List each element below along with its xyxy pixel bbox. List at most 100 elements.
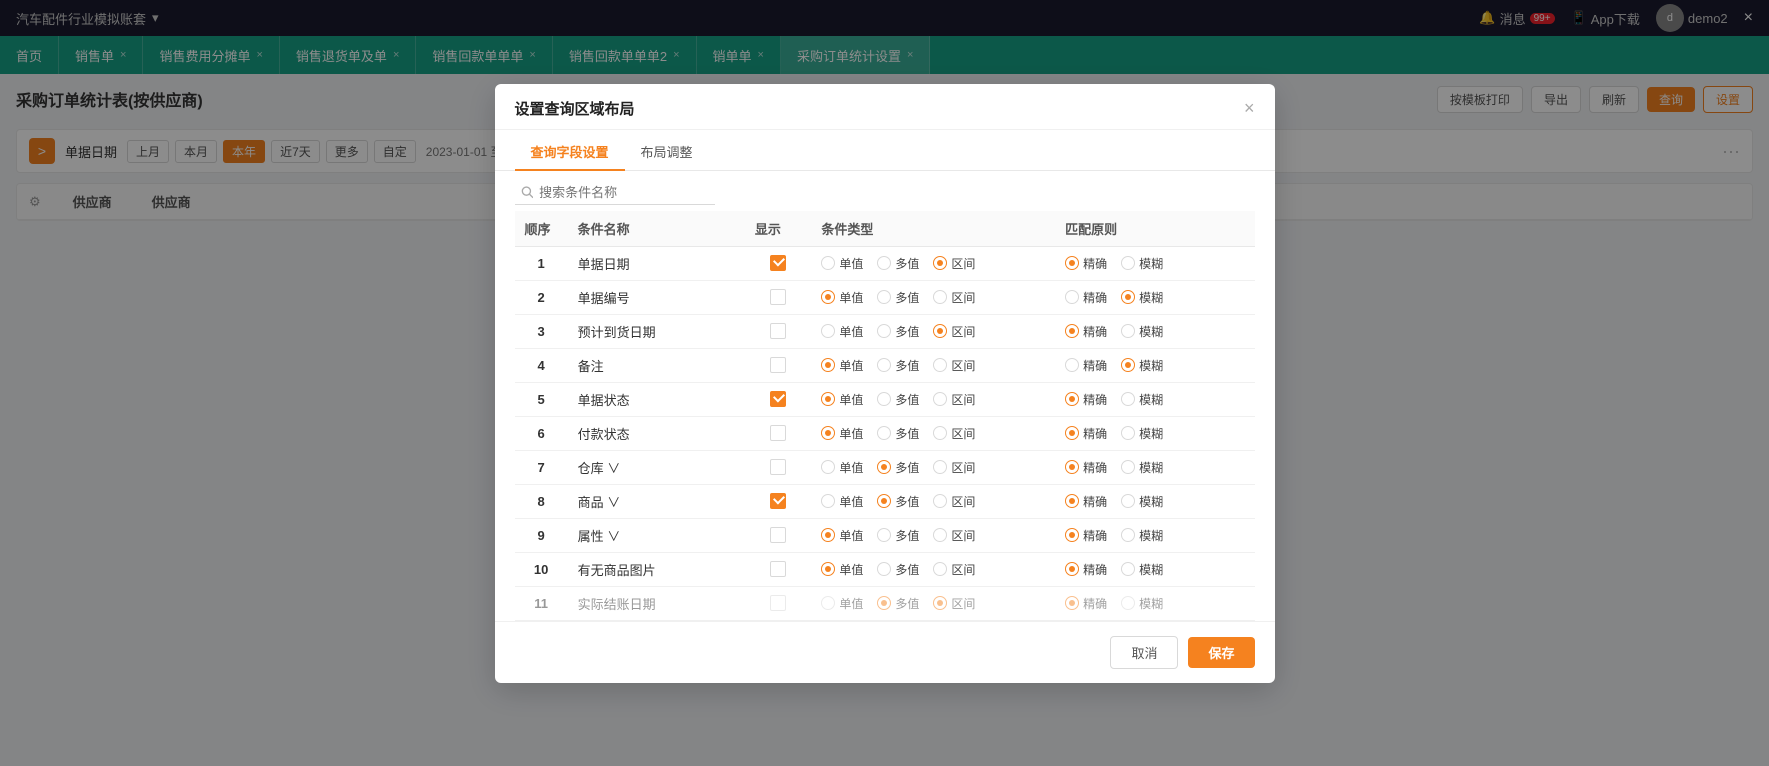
radio-icon-type-multiple-0 [877, 256, 891, 270]
row-order-1: 2 [515, 280, 568, 314]
row-show-1[interactable] [745, 280, 811, 314]
match-radio-fuzzy-6[interactable]: 模糊 [1121, 459, 1163, 476]
type-radio-multiple-4[interactable]: 多值 [877, 391, 919, 408]
type-radio-single-1[interactable]: 单值 [821, 289, 863, 306]
row-name-7: 商品 ∨ [568, 484, 745, 518]
show-checkbox-0[interactable] [770, 255, 786, 271]
match-radio-fuzzy-4[interactable]: 模糊 [1121, 391, 1163, 408]
match-radio-fuzzy-7[interactable]: 模糊 [1121, 493, 1163, 510]
match-radio-exact-4[interactable]: 精确 [1065, 391, 1107, 408]
type-radio-range-5[interactable]: 区间 [933, 425, 975, 442]
row-name-1: 单据编号 [568, 280, 745, 314]
type-radio-multiple-9[interactable]: 多值 [877, 561, 919, 578]
match-radio-exact-6[interactable]: 精确 [1065, 459, 1107, 476]
match-radio-fuzzy-9[interactable]: 模糊 [1121, 561, 1163, 578]
row-show-8[interactable] [745, 518, 811, 552]
type-radio-range-7[interactable]: 区间 [933, 493, 975, 510]
match-radio-fuzzy-5[interactable]: 模糊 [1121, 425, 1163, 442]
search-input[interactable] [539, 185, 708, 200]
type-radio-range-3[interactable]: 区间 [933, 357, 975, 374]
modal-close-button[interactable]: × [1244, 98, 1255, 119]
type-radio-range-4[interactable]: 区间 [933, 391, 975, 408]
row-show-2[interactable] [745, 314, 811, 348]
type-radio-multiple-7[interactable]: 多值 [877, 493, 919, 510]
show-checkbox-5[interactable] [770, 425, 786, 441]
type-radio-range-1[interactable]: 区间 [933, 289, 975, 306]
match-radio-exact-9[interactable]: 精确 [1065, 561, 1107, 578]
show-checkbox-7[interactable] [770, 493, 786, 509]
match-radio-fuzzy-1[interactable]: 模糊 [1121, 289, 1163, 306]
type-radio-multiple-10[interactable]: 多值 [877, 595, 919, 612]
match-radio-exact-8[interactable]: 精确 [1065, 527, 1107, 544]
show-checkbox-2[interactable] [770, 323, 786, 339]
type-radio-single-10[interactable]: 单值 [821, 595, 863, 612]
show-checkbox-3[interactable] [770, 357, 786, 373]
show-checkbox-10[interactable] [770, 595, 786, 611]
row-match-5: 精确模糊 [1055, 416, 1254, 450]
radio-label-match-fuzzy-4: 模糊 [1139, 391, 1163, 408]
type-radio-single-7[interactable]: 单值 [821, 493, 863, 510]
row-type-10: 单值多值区间 [811, 586, 1055, 620]
match-radio-exact-0[interactable]: 精确 [1065, 255, 1107, 272]
type-radio-multiple-0[interactable]: 多值 [877, 255, 919, 272]
type-radio-single-8[interactable]: 单值 [821, 527, 863, 544]
match-radio-fuzzy-3[interactable]: 模糊 [1121, 357, 1163, 374]
row-show-0[interactable] [745, 246, 811, 280]
type-radio-single-4[interactable]: 单值 [821, 391, 863, 408]
type-radio-single-3[interactable]: 单值 [821, 357, 863, 374]
row-match-7: 精确 模糊 [1055, 484, 1254, 518]
show-checkbox-1[interactable] [770, 289, 786, 305]
type-radio-single-5[interactable]: 单值 [821, 425, 863, 442]
radio-label-type-single-3: 单值 [839, 357, 863, 374]
radio-icon-type-single-1 [821, 290, 835, 304]
cancel-button[interactable]: 取消 [1110, 636, 1178, 669]
match-radio-exact-1[interactable]: 精确 [1065, 289, 1107, 306]
modal-footer: 取消 保存 [495, 621, 1275, 683]
modal-tab-0[interactable]: 查询字段设置 [515, 134, 625, 171]
type-radio-multiple-8[interactable]: 多值 [877, 527, 919, 544]
type-radio-range-6[interactable]: 区间 [933, 459, 975, 476]
row-type-8: 单值多值区间 [811, 518, 1055, 552]
type-radio-multiple-5[interactable]: 多值 [877, 425, 919, 442]
type-radio-range-0[interactable]: 区间 [933, 255, 975, 272]
match-radio-exact-7[interactable]: 精确 [1065, 493, 1107, 510]
match-radio-exact-2[interactable]: 精确 [1065, 323, 1107, 340]
show-checkbox-9[interactable] [770, 561, 786, 577]
type-radio-multiple-3[interactable]: 多值 [877, 357, 919, 374]
type-radio-single-9[interactable]: 单值 [821, 561, 863, 578]
match-radio-exact-3[interactable]: 精确 [1065, 357, 1107, 374]
radio-label-match-fuzzy-7: 模糊 [1139, 493, 1163, 510]
type-radio-single-6[interactable]: 单值 [821, 459, 863, 476]
type-radio-range-8[interactable]: 区间 [933, 527, 975, 544]
type-radio-multiple-6[interactable]: 多值 [877, 459, 919, 476]
match-radio-fuzzy-2[interactable]: 模糊 [1121, 323, 1163, 340]
modal-tab-1[interactable]: 布局调整 [625, 134, 709, 171]
show-checkbox-4[interactable] [770, 391, 786, 407]
row-type-3: 单值多值区间 [811, 348, 1055, 382]
type-radio-single-0[interactable]: 单值 [821, 255, 863, 272]
type-radio-multiple-2[interactable]: 多值 [877, 323, 919, 340]
match-radio-fuzzy-10[interactable]: 模糊 [1121, 595, 1163, 612]
row-show-4[interactable] [745, 382, 811, 416]
match-radio-exact-10[interactable]: 精确 [1065, 595, 1107, 612]
save-button[interactable]: 保存 [1188, 637, 1254, 668]
row-show-7[interactable] [745, 484, 811, 518]
type-radio-range-10[interactable]: 区间 [933, 595, 975, 612]
row-show-10[interactable] [745, 586, 811, 620]
show-checkbox-6[interactable] [770, 459, 786, 475]
row-show-6[interactable] [745, 450, 811, 484]
row-show-9[interactable] [745, 552, 811, 586]
radio-icon-type-range-10 [933, 596, 947, 610]
radio-label-type-range-2: 区间 [951, 323, 975, 340]
radio-label-match-exact-0: 精确 [1083, 255, 1107, 272]
type-radio-range-2[interactable]: 区间 [933, 323, 975, 340]
row-show-3[interactable] [745, 348, 811, 382]
match-radio-fuzzy-0[interactable]: 模糊 [1121, 255, 1163, 272]
show-checkbox-8[interactable] [770, 527, 786, 543]
row-show-5[interactable] [745, 416, 811, 450]
type-radio-multiple-1[interactable]: 多值 [877, 289, 919, 306]
type-radio-single-2[interactable]: 单值 [821, 323, 863, 340]
match-radio-fuzzy-8[interactable]: 模糊 [1121, 527, 1163, 544]
type-radio-range-9[interactable]: 区间 [933, 561, 975, 578]
match-radio-exact-5[interactable]: 精确 [1065, 425, 1107, 442]
